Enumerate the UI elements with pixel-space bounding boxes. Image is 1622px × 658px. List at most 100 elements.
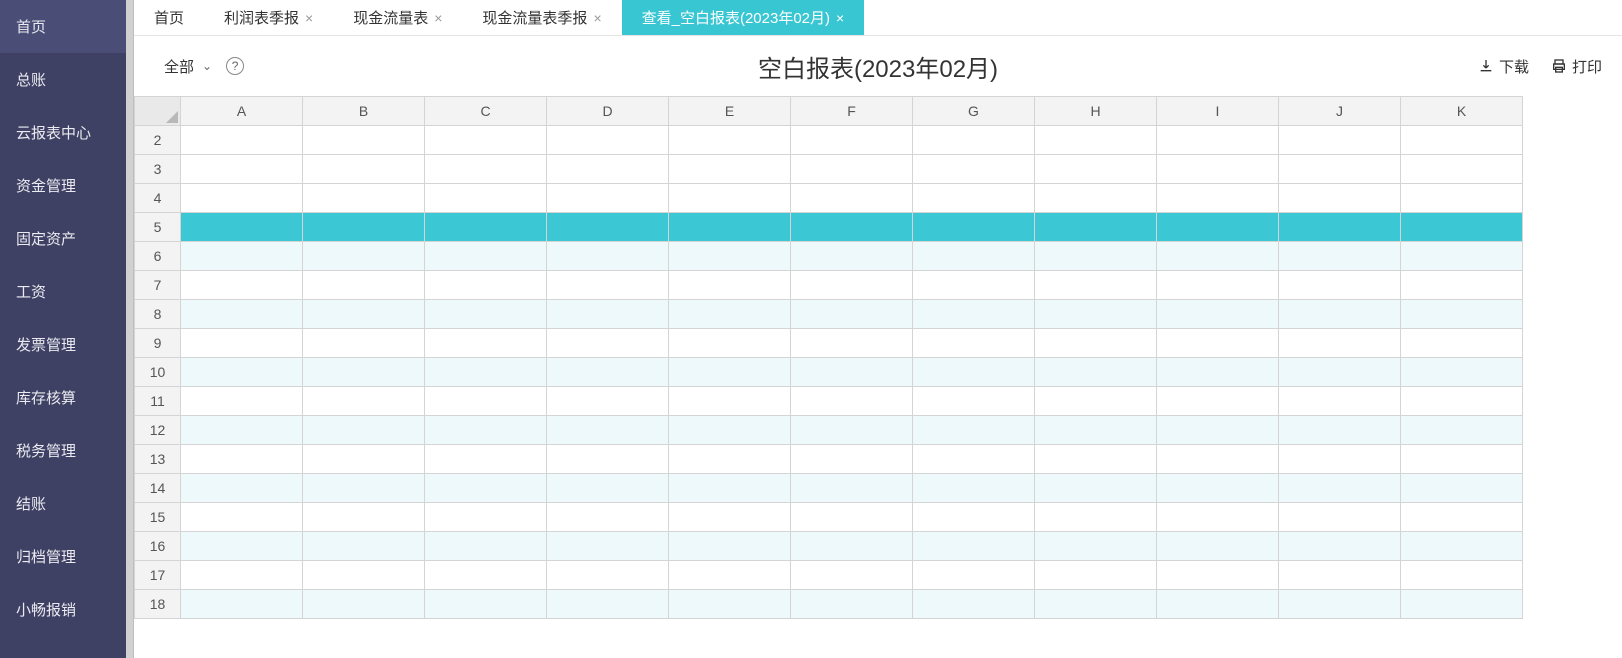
sidebar-item-0[interactable]: 首页	[0, 0, 126, 53]
cell-A15[interactable]	[181, 503, 303, 532]
column-header-E[interactable]: E	[669, 97, 791, 126]
tab-2[interactable]: 现金流量表×	[333, 0, 462, 35]
cell-A4[interactable]	[181, 184, 303, 213]
cell-D18[interactable]	[547, 590, 669, 619]
cell-D2[interactable]	[547, 126, 669, 155]
cell-H2[interactable]	[1035, 126, 1157, 155]
cell-A18[interactable]	[181, 590, 303, 619]
cell-B4[interactable]	[303, 184, 425, 213]
cell-I17[interactable]	[1157, 561, 1279, 590]
row-header-15[interactable]: 15	[135, 503, 181, 532]
cell-B13[interactable]	[303, 445, 425, 474]
cell-B9[interactable]	[303, 329, 425, 358]
cell-C11[interactable]	[425, 387, 547, 416]
cell-J8[interactable]	[1279, 300, 1401, 329]
cell-A3[interactable]	[181, 155, 303, 184]
cell-J12[interactable]	[1279, 416, 1401, 445]
sidebar-item-7[interactable]: 库存核算	[0, 371, 126, 424]
cell-I6[interactable]	[1157, 242, 1279, 271]
filter-dropdown[interactable]: 全部	[164, 56, 194, 77]
cell-H5[interactable]	[1035, 213, 1157, 242]
cell-E8[interactable]	[669, 300, 791, 329]
cell-I10[interactable]	[1157, 358, 1279, 387]
cell-I2[interactable]	[1157, 126, 1279, 155]
cell-F17[interactable]	[791, 561, 913, 590]
cell-J7[interactable]	[1279, 271, 1401, 300]
sidebar-item-8[interactable]: 税务管理	[0, 424, 126, 477]
cell-K2[interactable]	[1401, 126, 1523, 155]
cell-E5[interactable]	[669, 213, 791, 242]
cell-K13[interactable]	[1401, 445, 1523, 474]
cell-J18[interactable]	[1279, 590, 1401, 619]
cell-I18[interactable]	[1157, 590, 1279, 619]
cell-I15[interactable]	[1157, 503, 1279, 532]
select-all-corner[interactable]	[135, 97, 181, 126]
cell-D17[interactable]	[547, 561, 669, 590]
print-button[interactable]: 打印	[1551, 56, 1602, 77]
cell-K17[interactable]	[1401, 561, 1523, 590]
cell-D8[interactable]	[547, 300, 669, 329]
cell-F11[interactable]	[791, 387, 913, 416]
row-header-16[interactable]: 16	[135, 532, 181, 561]
cell-C16[interactable]	[425, 532, 547, 561]
tab-0[interactable]: 首页	[134, 0, 204, 35]
cell-A2[interactable]	[181, 126, 303, 155]
cell-D16[interactable]	[547, 532, 669, 561]
cell-J3[interactable]	[1279, 155, 1401, 184]
cell-F2[interactable]	[791, 126, 913, 155]
cell-K9[interactable]	[1401, 329, 1523, 358]
cell-C8[interactable]	[425, 300, 547, 329]
cell-A11[interactable]	[181, 387, 303, 416]
cell-C9[interactable]	[425, 329, 547, 358]
cell-D3[interactable]	[547, 155, 669, 184]
cell-E15[interactable]	[669, 503, 791, 532]
sidebar-item-5[interactable]: 工资	[0, 265, 126, 318]
cell-G14[interactable]	[913, 474, 1035, 503]
spreadsheet[interactable]: ABCDEFGHIJK23456789101112131415161718	[134, 96, 1622, 658]
tab-4[interactable]: 查看_空白报表(2023年02月)×	[622, 0, 865, 35]
chevron-down-icon[interactable]: ⌄	[202, 59, 212, 73]
cell-C3[interactable]	[425, 155, 547, 184]
column-header-C[interactable]: C	[425, 97, 547, 126]
cell-F3[interactable]	[791, 155, 913, 184]
close-icon[interactable]: ×	[305, 10, 313, 26]
cell-B17[interactable]	[303, 561, 425, 590]
cell-B14[interactable]	[303, 474, 425, 503]
cell-K11[interactable]	[1401, 387, 1523, 416]
cell-A17[interactable]	[181, 561, 303, 590]
cell-J11[interactable]	[1279, 387, 1401, 416]
cell-H16[interactable]	[1035, 532, 1157, 561]
cell-G2[interactable]	[913, 126, 1035, 155]
cell-G9[interactable]	[913, 329, 1035, 358]
column-header-I[interactable]: I	[1157, 97, 1279, 126]
cell-K7[interactable]	[1401, 271, 1523, 300]
cell-E3[interactable]	[669, 155, 791, 184]
cell-D11[interactable]	[547, 387, 669, 416]
cell-I13[interactable]	[1157, 445, 1279, 474]
cell-F14[interactable]	[791, 474, 913, 503]
cell-E13[interactable]	[669, 445, 791, 474]
cell-D4[interactable]	[547, 184, 669, 213]
cell-D13[interactable]	[547, 445, 669, 474]
cell-C7[interactable]	[425, 271, 547, 300]
cell-G3[interactable]	[913, 155, 1035, 184]
cell-J13[interactable]	[1279, 445, 1401, 474]
cell-K16[interactable]	[1401, 532, 1523, 561]
cell-A10[interactable]	[181, 358, 303, 387]
close-icon[interactable]: ×	[434, 10, 442, 26]
cell-F9[interactable]	[791, 329, 913, 358]
cell-H6[interactable]	[1035, 242, 1157, 271]
cell-E7[interactable]	[669, 271, 791, 300]
cell-G15[interactable]	[913, 503, 1035, 532]
cell-F12[interactable]	[791, 416, 913, 445]
column-header-D[interactable]: D	[547, 97, 669, 126]
cell-E10[interactable]	[669, 358, 791, 387]
cell-K8[interactable]	[1401, 300, 1523, 329]
row-header-4[interactable]: 4	[135, 184, 181, 213]
cell-H13[interactable]	[1035, 445, 1157, 474]
column-header-A[interactable]: A	[181, 97, 303, 126]
cell-G18[interactable]	[913, 590, 1035, 619]
cell-K3[interactable]	[1401, 155, 1523, 184]
row-header-7[interactable]: 7	[135, 271, 181, 300]
cell-A6[interactable]	[181, 242, 303, 271]
